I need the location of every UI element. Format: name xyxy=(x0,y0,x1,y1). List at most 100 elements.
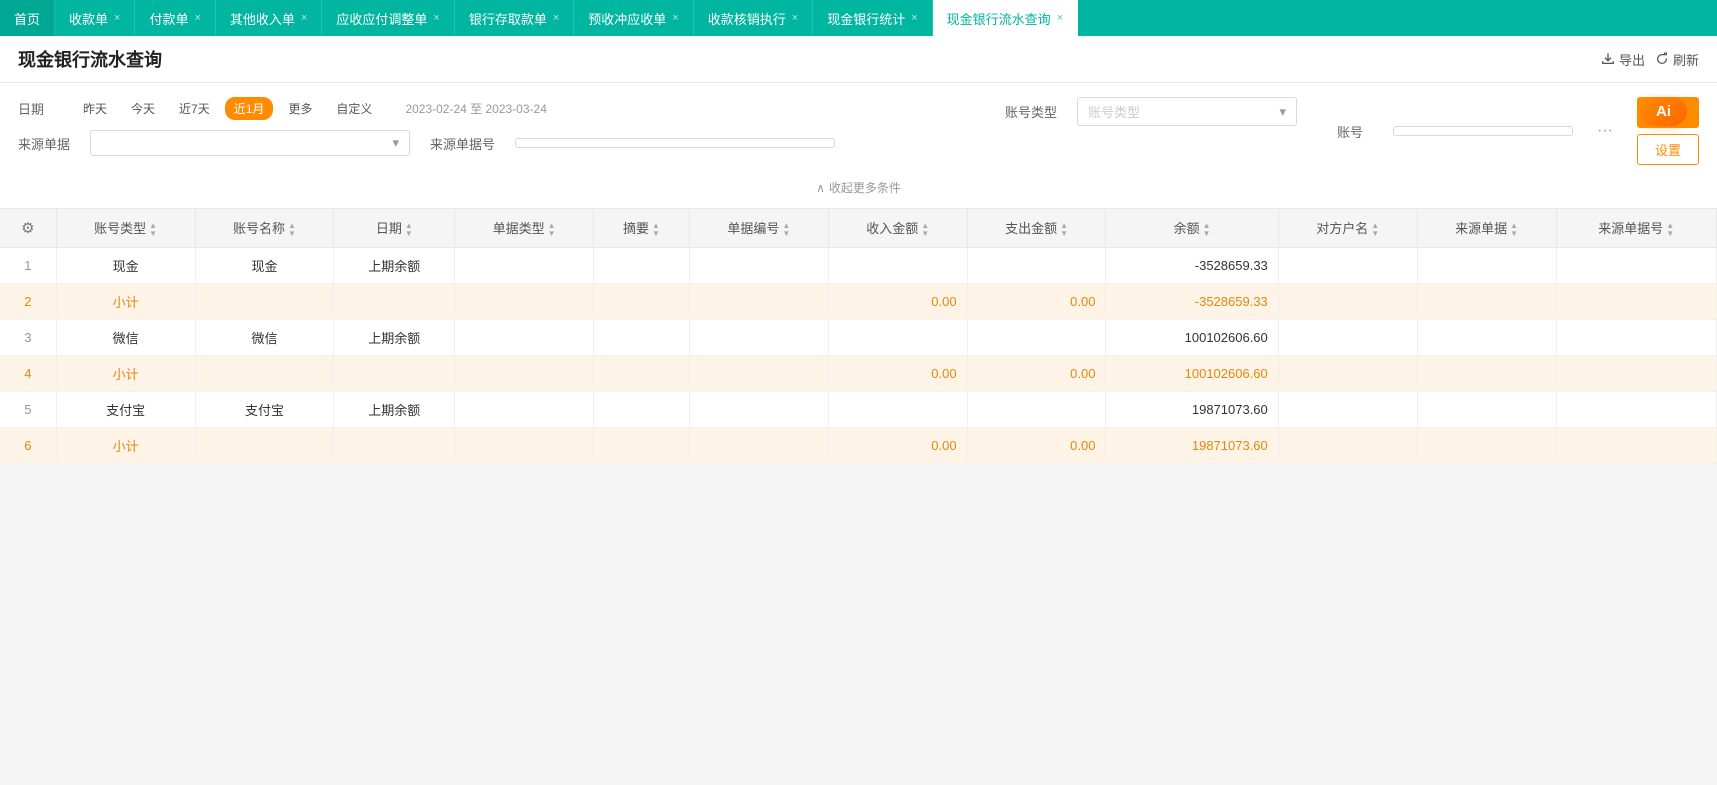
cell-no: 6 xyxy=(0,427,56,463)
cell-expense xyxy=(967,391,1106,427)
header-actions: 导出 刷新 xyxy=(1601,50,1699,69)
table-row: 5支付宝支付宝上期余额19871073.60 xyxy=(0,391,1717,427)
date-shortcut-btn[interactable]: 近1月 xyxy=(225,97,274,120)
date-range: 2023-02-24 至 2023-03-24 xyxy=(405,100,546,117)
cell-doc_no xyxy=(689,391,828,427)
cell-doc_no xyxy=(689,427,828,463)
date-label: 日期 xyxy=(18,99,54,118)
cell-source_doc xyxy=(1417,319,1556,355)
more-options-button[interactable]: ··· xyxy=(1593,122,1617,140)
nav-tab[interactable]: 现金银行统计× xyxy=(813,0,932,36)
top-nav: 首页 收款单×付款单×其他收入单×应收应付调整单×银行存取款单×预收冲应收单×收… xyxy=(0,0,1717,36)
settings-button[interactable]: 设置 xyxy=(1637,134,1699,165)
table-header-doc_type[interactable]: 单据类型▲▼ xyxy=(455,209,594,247)
cell-date: 上期余额 xyxy=(334,319,455,355)
date-shortcuts: 昨天今天近7天近1月更多自定义 xyxy=(74,97,381,120)
cell-doc_no xyxy=(689,283,828,319)
cell-date xyxy=(334,283,455,319)
refresh-icon xyxy=(1655,52,1669,66)
cell-no: 2 xyxy=(0,283,56,319)
cell-account_name: 微信 xyxy=(195,319,334,355)
cell-no: 5 xyxy=(0,391,56,427)
cell-doc_type xyxy=(455,355,594,391)
cell-counterparty xyxy=(1278,247,1417,283)
table-header-account_name[interactable]: 账号名称▲▼ xyxy=(195,209,334,247)
nav-tab[interactable]: 现金银行流水查询× xyxy=(933,0,1078,36)
page-title: 现金银行流水查询 xyxy=(18,46,162,72)
table-row: 3微信微信上期余额100102606.60 xyxy=(0,319,1717,355)
cell-date xyxy=(334,355,455,391)
cell-source_doc_no xyxy=(1556,427,1717,463)
data-table: ⚙ 账号类型▲▼账号名称▲▼日期▲▼单据类型▲▼摘要▲▼单据编号▲▼收入金额▲▼支… xyxy=(0,209,1717,464)
account-input[interactable] xyxy=(1393,126,1573,136)
cell-balance: 100102606.60 xyxy=(1106,319,1278,355)
nav-tab[interactable]: 收款单× xyxy=(55,0,135,36)
source-doc-label: 来源单据 xyxy=(18,134,70,153)
cell-doc_type xyxy=(455,247,594,283)
table-header-date[interactable]: 日期▲▼ xyxy=(334,209,455,247)
date-shortcut-btn[interactable]: 更多 xyxy=(279,97,321,120)
chevron-down-icon2: ▾ xyxy=(1279,104,1286,120)
cell-account_type: 小计 xyxy=(56,355,195,391)
cell-summary xyxy=(594,247,690,283)
table-header-balance[interactable]: 余额▲▼ xyxy=(1106,209,1278,247)
cell-account_name xyxy=(195,355,334,391)
cell-date: 上期余额 xyxy=(334,247,455,283)
table-header-counterparty[interactable]: 对方户名▲▼ xyxy=(1278,209,1417,247)
cell-no: 1 xyxy=(0,247,56,283)
cell-expense: 0.00 xyxy=(967,355,1106,391)
cell-source_doc_no xyxy=(1556,283,1717,319)
nav-tab[interactable]: 应收应付调整单× xyxy=(322,0,454,36)
ai-badge[interactable]: Ai xyxy=(1640,97,1687,126)
account-type-label: 账号类型 xyxy=(1005,102,1057,121)
nav-tab[interactable]: 预收冲应收单× xyxy=(574,0,693,36)
settings-icon[interactable]: ⚙ xyxy=(21,220,34,237)
cell-balance: 100102606.60 xyxy=(1106,355,1278,391)
nav-tab[interactable]: 其他收入单× xyxy=(216,0,322,36)
table-header-doc_no[interactable]: 单据编号▲▼ xyxy=(689,209,828,247)
cell-date xyxy=(334,427,455,463)
source-doc-select[interactable]: ▾ xyxy=(90,130,410,156)
nav-tab[interactable]: 收款核销执行× xyxy=(694,0,813,36)
export-icon xyxy=(1601,52,1615,66)
table-header-source_doc_no[interactable]: 来源单据号▲▼ xyxy=(1556,209,1717,247)
cell-summary xyxy=(594,283,690,319)
account-type-select[interactable]: 账号类型 ▾ xyxy=(1077,97,1297,126)
nav-tab[interactable]: 付款单× xyxy=(135,0,215,36)
cell-source_doc_no xyxy=(1556,355,1717,391)
cell-counterparty xyxy=(1278,427,1417,463)
filter-area: 日期 昨天今天近7天近1月更多自定义 2023-02-24 至 2023-03-… xyxy=(0,83,1717,209)
cell-account_type: 微信 xyxy=(56,319,195,355)
nav-home[interactable]: 首页 xyxy=(0,0,55,36)
cell-account_name xyxy=(195,427,334,463)
table-header-income[interactable]: 收入金额▲▼ xyxy=(828,209,967,247)
cell-balance: -3528659.33 xyxy=(1106,283,1278,319)
cell-expense: 0.00 xyxy=(967,283,1106,319)
source-doc-no-input[interactable] xyxy=(515,138,835,148)
date-shortcut-btn[interactable]: 近7天 xyxy=(170,97,219,120)
nav-tab[interactable]: 银行存取款单× xyxy=(455,0,574,36)
table-row: 1现金现金上期余额-3528659.33 xyxy=(0,247,1717,283)
date-shortcut-btn[interactable]: 昨天 xyxy=(74,97,116,120)
cell-counterparty xyxy=(1278,283,1417,319)
export-button[interactable]: 导出 xyxy=(1601,50,1645,69)
cell-source_doc xyxy=(1417,391,1556,427)
table-header-source_doc[interactable]: 来源单据▲▼ xyxy=(1417,209,1556,247)
page-header: 现金银行流水查询 导出 刷新 xyxy=(0,36,1717,83)
date-shortcut-btn[interactable]: 今天 xyxy=(122,97,164,120)
cell-source_doc_no xyxy=(1556,247,1717,283)
date-shortcut-btn[interactable]: 自定义 xyxy=(327,97,381,120)
table-header-summary[interactable]: 摘要▲▼ xyxy=(594,209,690,247)
cell-income xyxy=(828,247,967,283)
cell-expense xyxy=(967,319,1106,355)
cell-account_name: 现金 xyxy=(195,247,334,283)
table-header-expense[interactable]: 支出金额▲▼ xyxy=(967,209,1106,247)
cell-doc_no xyxy=(689,247,828,283)
table-header-account_type[interactable]: 账号类型▲▼ xyxy=(56,209,195,247)
table-row: 6小计0.000.0019871073.60 xyxy=(0,427,1717,463)
cell-date: 上期余额 xyxy=(334,391,455,427)
table-row: 4小计0.000.00100102606.60 xyxy=(0,355,1717,391)
cell-summary xyxy=(594,427,690,463)
refresh-button[interactable]: 刷新 xyxy=(1655,50,1699,69)
collapse-bar[interactable]: ∧ 收起更多条件 xyxy=(18,175,1699,200)
